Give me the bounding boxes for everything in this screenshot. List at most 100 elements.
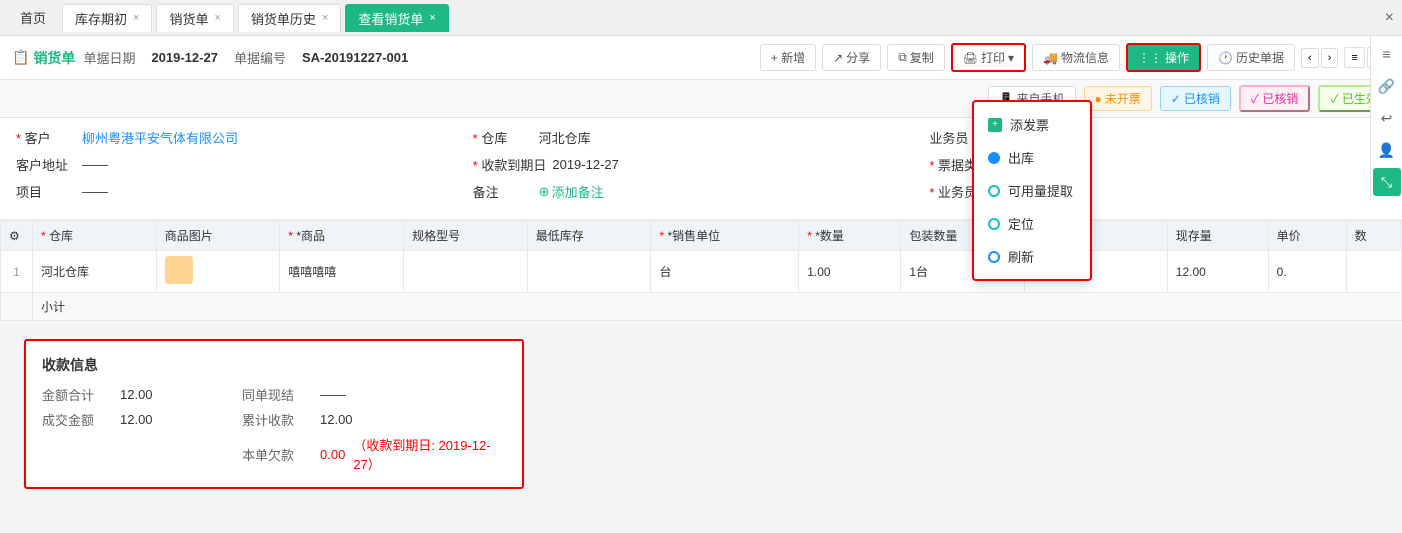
check-button[interactable]: ✓ 已核销	[1160, 86, 1231, 111]
row-price: 0.	[1268, 251, 1346, 293]
row-spec	[404, 251, 528, 293]
print-button[interactable]: 🖨 打印 ▾	[951, 43, 1026, 72]
cumulative-label: 累计收款	[242, 410, 312, 429]
form-section: 客户 柳州粤港平安气体有限公司 仓库 河北仓库 业务员 演示账号 客户地址 ——…	[0, 118, 1402, 220]
form-row-3: 项目 —— 备注 ⊕ 添加备注 业务员盂 ——	[16, 182, 1386, 201]
data-table: ⚙ 仓库 商品图片 *商品 规格型号 最低库存 *销售单位 *数量 包装数量 可…	[0, 220, 1402, 321]
available-icon	[988, 185, 1000, 197]
tab-view-sales[interactable]: 查看销货单 ×	[345, 4, 448, 32]
sold-button[interactable]: ✓ 已核销	[1239, 85, 1311, 112]
copy-icon: ⧉	[898, 50, 907, 65]
share-label: 分享	[846, 49, 870, 66]
logistics-button[interactable]: 🚚 物流信息	[1032, 44, 1120, 71]
not-open-button[interactable]: ● 未开票	[1084, 86, 1152, 111]
subtotal-empty	[1, 293, 33, 321]
operation-icon: ⋮⋮	[1138, 51, 1162, 65]
tab-view-sales-label: 查看销货单	[358, 9, 423, 28]
right-icon-2[interactable]: 🔗	[1373, 72, 1401, 100]
empty-row	[42, 435, 242, 473]
history-button[interactable]: 🕐 历史单据	[1207, 44, 1295, 71]
tab-bar: 首页 库存期初 × 销货单 × 销货单历史 × 查看销货单 × ×	[0, 0, 1402, 36]
th-more: 数	[1346, 221, 1401, 251]
tab-inventory[interactable]: 库存期初 ×	[62, 4, 152, 32]
table-header-row: ⚙ 仓库 商品图片 *商品 规格型号 最低库存 *销售单位 *数量 包装数量 可…	[1, 221, 1402, 251]
nav-next[interactable]: ›	[1321, 48, 1339, 68]
brand-icon: 📋	[12, 49, 29, 66]
sold-icon: ✓	[1251, 92, 1259, 106]
right-panel: ≡ 🔗 ↩ 👤 ⤡	[1370, 36, 1402, 200]
copy-button[interactable]: ⧉ 复制	[887, 44, 945, 71]
logistics-icon: 🚚	[1043, 51, 1058, 65]
doc-date-value: 2019-12-27	[151, 50, 218, 65]
toolbar-brand: 📋 销货单	[12, 48, 75, 68]
dropdown-locate[interactable]: 定位	[974, 207, 1090, 240]
operation-button[interactable]: ⋮⋮ 操作	[1126, 43, 1201, 72]
note-add-label: 添加备注	[552, 182, 604, 201]
toolbar-right: + 新增 ↗ 分享 ⧉ 复制 🖨 打印 ▾ 🚚 物流信息 ⋮⋮ 操作	[760, 43, 1390, 72]
dropdown-outbound[interactable]: 出库	[974, 141, 1090, 174]
dropdown-available[interactable]: 可用量提取	[974, 174, 1090, 207]
copy-label: 复制	[910, 49, 934, 66]
payment-info-grid: 金额合计 12.00 同单现结 —— 成交金额 12.00 累计收款 12.00	[42, 385, 506, 473]
payment-info-box: 收款信息 金额合计 12.00 同单现结 —— 成交金额 12.00 累计收款 …	[24, 339, 524, 489]
locate-icon	[988, 218, 1000, 230]
cumulative-value: 12.00	[320, 412, 353, 427]
current-owe-label: 本单欠款	[242, 445, 312, 464]
check-icon: ✓	[1171, 92, 1181, 106]
share-icon: ↗	[833, 51, 843, 65]
share-button[interactable]: ↗ 分享	[822, 44, 881, 71]
table-section: ⚙ 仓库 商品图片 *商品 规格型号 最低库存 *销售单位 *数量 包装数量 可…	[0, 220, 1402, 321]
current-owe-value: 0.00	[320, 447, 345, 462]
nav-prev[interactable]: ‹	[1301, 48, 1319, 68]
amount-label: 金额合计	[42, 385, 112, 404]
tab-sales-close[interactable]: ×	[214, 12, 220, 24]
new-button[interactable]: + 新增	[760, 44, 816, 71]
tab-view-sales-close[interactable]: ×	[429, 12, 435, 24]
th-stock: 现存量	[1167, 221, 1268, 251]
th-product: *商品	[280, 221, 404, 251]
th-quantity: *数量	[799, 221, 901, 251]
th-settings[interactable]: ⚙	[1, 221, 33, 251]
right-icon-4[interactable]: 👤	[1373, 136, 1401, 164]
right-icon-3[interactable]: ↩	[1373, 104, 1401, 132]
tab-sales-history[interactable]: 销货单历史 ×	[238, 4, 341, 32]
right-icon-1[interactable]: ≡	[1373, 40, 1401, 68]
row-product-img	[156, 251, 280, 293]
logistics-label: 物流信息	[1061, 49, 1109, 66]
warehouse-label: 仓库	[473, 128, 533, 147]
note-add-button[interactable]: ⊕ 添加备注	[539, 182, 604, 201]
operation-dropdown: + 添发票 出库 可用量提取 定位 刷新	[972, 100, 1092, 281]
print-dropdown-icon: ▾	[1008, 51, 1014, 65]
window-close-icon[interactable]: ×	[1385, 9, 1394, 27]
form-row-1: 客户 柳州粤港平安气体有限公司 仓库 河北仓库 业务员 演示账号	[16, 128, 1386, 147]
customer-value[interactable]: 柳州粤港平安气体有限公司	[82, 128, 238, 147]
current-owe-note: （收款到期日: 2019-12-27）	[353, 435, 492, 473]
th-spec: 规格型号	[404, 221, 528, 251]
dropdown-refresh[interactable]: 刷新	[974, 240, 1090, 273]
address-label: 客户地址	[16, 155, 76, 174]
dropdown-add-invoice[interactable]: + 添发票	[974, 108, 1090, 141]
trade-amount-row: 成交金额 12.00	[42, 410, 242, 429]
payment-date-label: 收款到期日	[473, 155, 547, 174]
project-label: 项目	[16, 182, 76, 201]
same-order-value: ——	[320, 387, 346, 402]
view-list-icon[interactable]: ≡	[1344, 47, 1364, 68]
subtotal-label: 小计	[33, 293, 1402, 321]
payment-date-field: 收款到期日 2019-12-27	[473, 155, 930, 174]
toolbar-info: 单据日期 2019-12-27 单据编号 SA-20191227-001	[83, 48, 408, 67]
note-label: 备注	[473, 182, 533, 201]
refresh-label: 刷新	[1008, 247, 1034, 266]
warehouse-value: 河北仓库	[539, 128, 591, 147]
tab-inventory-close[interactable]: ×	[133, 12, 139, 24]
not-open-label: 未开票	[1105, 90, 1141, 107]
right-icon-5[interactable]: ⤡	[1373, 168, 1401, 196]
row-quantity: 1.00	[799, 251, 901, 293]
doc-no-value: SA-20191227-001	[302, 50, 408, 65]
tab-home[interactable]: 首页	[8, 4, 58, 32]
tab-sales[interactable]: 销货单 ×	[156, 4, 233, 32]
tab-sales-history-close[interactable]: ×	[322, 12, 328, 24]
trade-amount-label: 成交金额	[42, 410, 112, 429]
available-label: 可用量提取	[1008, 181, 1073, 200]
main-toolbar: 📋 销货单 单据日期 2019-12-27 单据编号 SA-20191227-0…	[0, 36, 1402, 80]
row-num: 1	[1, 251, 33, 293]
